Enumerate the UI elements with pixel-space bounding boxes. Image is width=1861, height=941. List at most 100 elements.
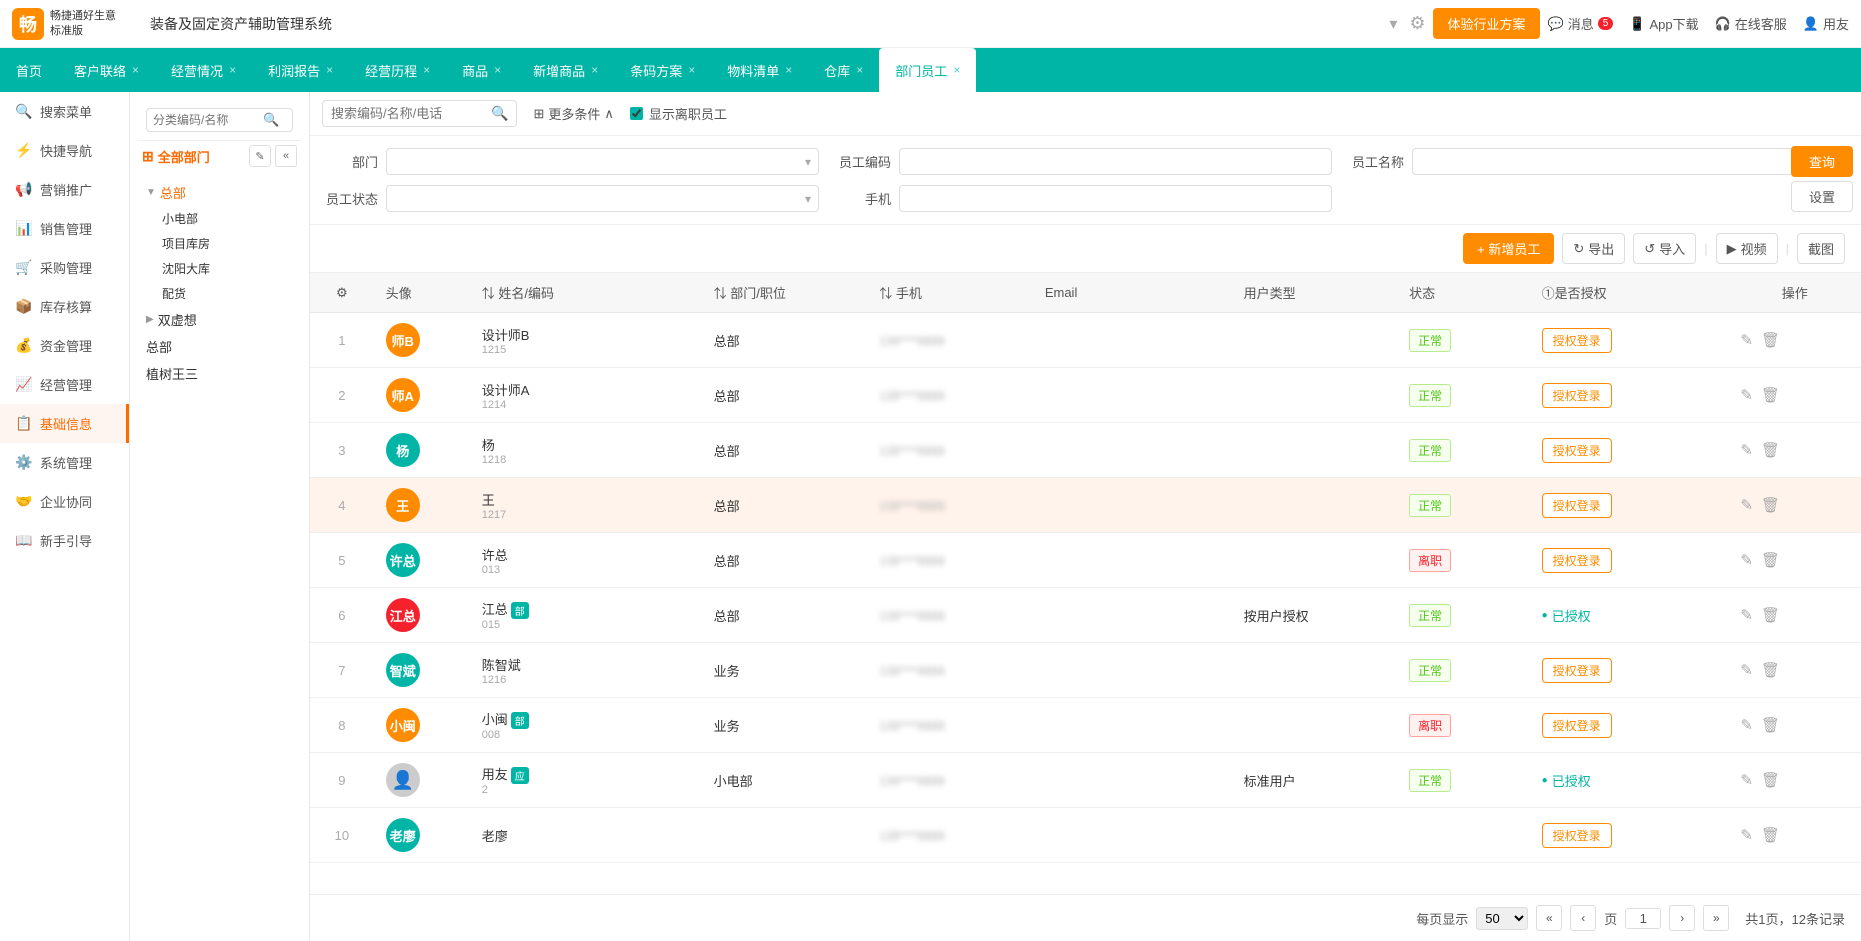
show-resigned-checkbox-wrap[interactable]: 显示离职员工 [630, 104, 727, 123]
edit-icon[interactable]: ✎ [1740, 606, 1753, 624]
delete-icon[interactable]: 🗑 [1761, 826, 1780, 844]
delete-icon[interactable]: 🗑 [1761, 661, 1780, 679]
auth-login-button[interactable]: 授权登录 [1542, 328, 1612, 353]
close-tab-icon[interactable]: × [326, 63, 333, 77]
prev-page-button[interactable]: ‹ [1570, 905, 1596, 931]
close-tab-icon[interactable]: × [856, 63, 863, 77]
auth-login-button[interactable]: 授权登录 [1542, 383, 1612, 408]
dropdown-arrow-icon[interactable]: ▾ [1389, 14, 1397, 34]
nav-tab-部门员工[interactable]: 部门员工× [879, 48, 976, 92]
close-tab-icon[interactable]: × [423, 63, 430, 77]
close-tab-icon[interactable]: × [591, 63, 598, 77]
set-button[interactable]: 设置 [1791, 181, 1853, 212]
app-download-item[interactable]: 📱 App下载 [1629, 14, 1698, 33]
nav-tab-条码方案[interactable]: 条码方案× [614, 48, 711, 92]
import-button[interactable]: ↺ 导入 [1633, 233, 1696, 264]
close-tab-icon[interactable]: × [132, 63, 139, 77]
dept-select[interactable] [386, 148, 819, 175]
nav-tab-客户联络[interactable]: 客户联络× [58, 48, 155, 92]
nav-tab-利润报告[interactable]: 利润报告× [252, 48, 349, 92]
sidebar-item-企业协同[interactable]: 🤝企业协同 [0, 482, 129, 521]
sidebar-item-经营管理[interactable]: 📈经营管理 [0, 365, 129, 404]
edit-icon[interactable]: ✎ [1740, 771, 1753, 789]
nav-tab-经营情况[interactable]: 经营情况× [155, 48, 252, 92]
dept-node-project[interactable]: 项目库房 [154, 231, 301, 256]
last-page-button[interactable]: » [1703, 905, 1729, 931]
category-search-input[interactable] [153, 113, 263, 127]
search-icon[interactable]: 🔍 [491, 105, 508, 122]
user-item[interactable]: 👤 用友 [1803, 14, 1849, 33]
sidebar-item-快捷导航[interactable]: ⚡快捷导航 [0, 131, 129, 170]
auth-login-button[interactable]: 授权登录 [1542, 713, 1612, 738]
delete-icon[interactable]: 🗑 [1761, 551, 1780, 569]
col-dept-header[interactable]: ⇅ 部门/职位 [702, 273, 868, 313]
messages-item[interactable]: 💬 消息 5 [1548, 14, 1614, 33]
add-employee-button[interactable]: + 新增员工 [1463, 233, 1554, 264]
col-phone-header[interactable]: ⇅ 手机 [867, 273, 1033, 313]
nav-tab-仓库[interactable]: 仓库× [808, 48, 879, 92]
edit-icon[interactable]: ✎ [1740, 496, 1753, 514]
dept-node-xiaodian[interactable]: 小电部 [154, 206, 301, 231]
auth-login-button[interactable]: 授权登录 [1542, 493, 1612, 518]
nav-tab-经营历程[interactable]: 经营历程× [349, 48, 446, 92]
close-tab-icon[interactable]: × [953, 63, 960, 77]
sidebar-item-资金管理[interactable]: 💰资金管理 [0, 326, 129, 365]
close-tab-icon[interactable]: × [229, 63, 236, 77]
emp-name-input[interactable] [1412, 148, 1845, 175]
close-tab-icon[interactable]: × [494, 63, 501, 77]
emp-code-input[interactable] [899, 148, 1332, 175]
nav-tab-商品[interactable]: 商品× [446, 48, 517, 92]
sidebar-item-系统管理[interactable]: ⚙️系统管理 [0, 443, 129, 482]
query-button[interactable]: 查询 [1791, 146, 1853, 177]
auth-login-button[interactable]: 授权登录 [1542, 438, 1612, 463]
sidebar-item-采购管理[interactable]: 🛒采购管理 [0, 248, 129, 287]
auth-login-button[interactable]: 授权登录 [1542, 548, 1612, 573]
trial-button[interactable]: 体验行业方案 [1433, 8, 1539, 39]
category-search-icon[interactable]: 🔍 [263, 112, 279, 128]
online-service-item[interactable]: 🎧 在线客服 [1715, 14, 1787, 33]
dept-node-zongbu[interactable]: 总部 [138, 333, 301, 360]
delete-icon[interactable]: 🗑 [1761, 386, 1780, 404]
sidebar-item-库存核算[interactable]: 📦库存核算 [0, 287, 129, 326]
dept-node-zhishu[interactable]: 植树王三 [138, 360, 301, 387]
nav-tab-物料清单[interactable]: 物料清单× [711, 48, 808, 92]
next-page-button[interactable]: › [1669, 905, 1695, 931]
edit-icon[interactable]: ✎ [1740, 826, 1753, 844]
nav-tab-新增商品[interactable]: 新增商品× [517, 48, 614, 92]
all-departments-label[interactable]: ⊞ 全部部门 [142, 147, 210, 166]
auth-login-button[interactable]: 授权登录 [1542, 823, 1612, 848]
nav-tab-首页[interactable]: 首页 [0, 48, 58, 92]
employee-search-input[interactable] [331, 106, 491, 121]
status-select[interactable] [386, 185, 819, 212]
dept-node-peihuo[interactable]: 配货 [154, 281, 301, 306]
delete-icon[interactable]: 🗑 [1761, 496, 1780, 514]
page-size-select[interactable]: 50 20 100 [1476, 907, 1528, 930]
settings-icon[interactable]: ⚙ [1409, 13, 1425, 34]
sidebar-item-营销推广[interactable]: 📢营销推广 [0, 170, 129, 209]
sidebar-item-销售管理[interactable]: 📊销售管理 [0, 209, 129, 248]
delete-icon[interactable]: 🗑 [1761, 606, 1780, 624]
dept-collapse-icon[interactable]: « [275, 145, 297, 167]
edit-icon[interactable]: ✎ [1740, 331, 1753, 349]
delete-icon[interactable]: 🗑 [1761, 441, 1780, 459]
page-number-input[interactable] [1625, 908, 1661, 929]
sidebar-item-基础信息[interactable]: 📋基础信息 [0, 404, 129, 443]
edit-icon[interactable]: ✎ [1740, 551, 1753, 569]
more-filter-button[interactable]: ⊞ 更多条件 ∧ [525, 100, 621, 127]
edit-icon[interactable]: ✎ [1740, 386, 1753, 404]
dept-node-shuangxuxiang[interactable]: ▶ 双虚想 [138, 306, 301, 333]
auth-login-button[interactable]: 授权登录 [1542, 658, 1612, 683]
first-page-button[interactable]: « [1536, 905, 1562, 931]
delete-icon[interactable]: 🗑 [1761, 716, 1780, 734]
export-button[interactable]: ↻ 导出 [1562, 233, 1625, 264]
dept-node-shenyang[interactable]: 沈阳大库 [154, 256, 301, 281]
delete-icon[interactable]: 🗑 [1761, 771, 1780, 789]
dept-edit-icon[interactable]: ✎ [249, 145, 271, 167]
close-tab-icon[interactable]: × [688, 63, 695, 77]
sidebar-item-新手引导[interactable]: 📖新手引导 [0, 521, 129, 560]
edit-icon[interactable]: ✎ [1740, 441, 1753, 459]
view-button[interactable]: ▶ 视频 [1716, 233, 1778, 264]
dept-node-headquarters-parent[interactable]: ▼ 总部 [138, 179, 301, 206]
edit-icon[interactable]: ✎ [1740, 716, 1753, 734]
phone-input[interactable] [899, 185, 1332, 212]
